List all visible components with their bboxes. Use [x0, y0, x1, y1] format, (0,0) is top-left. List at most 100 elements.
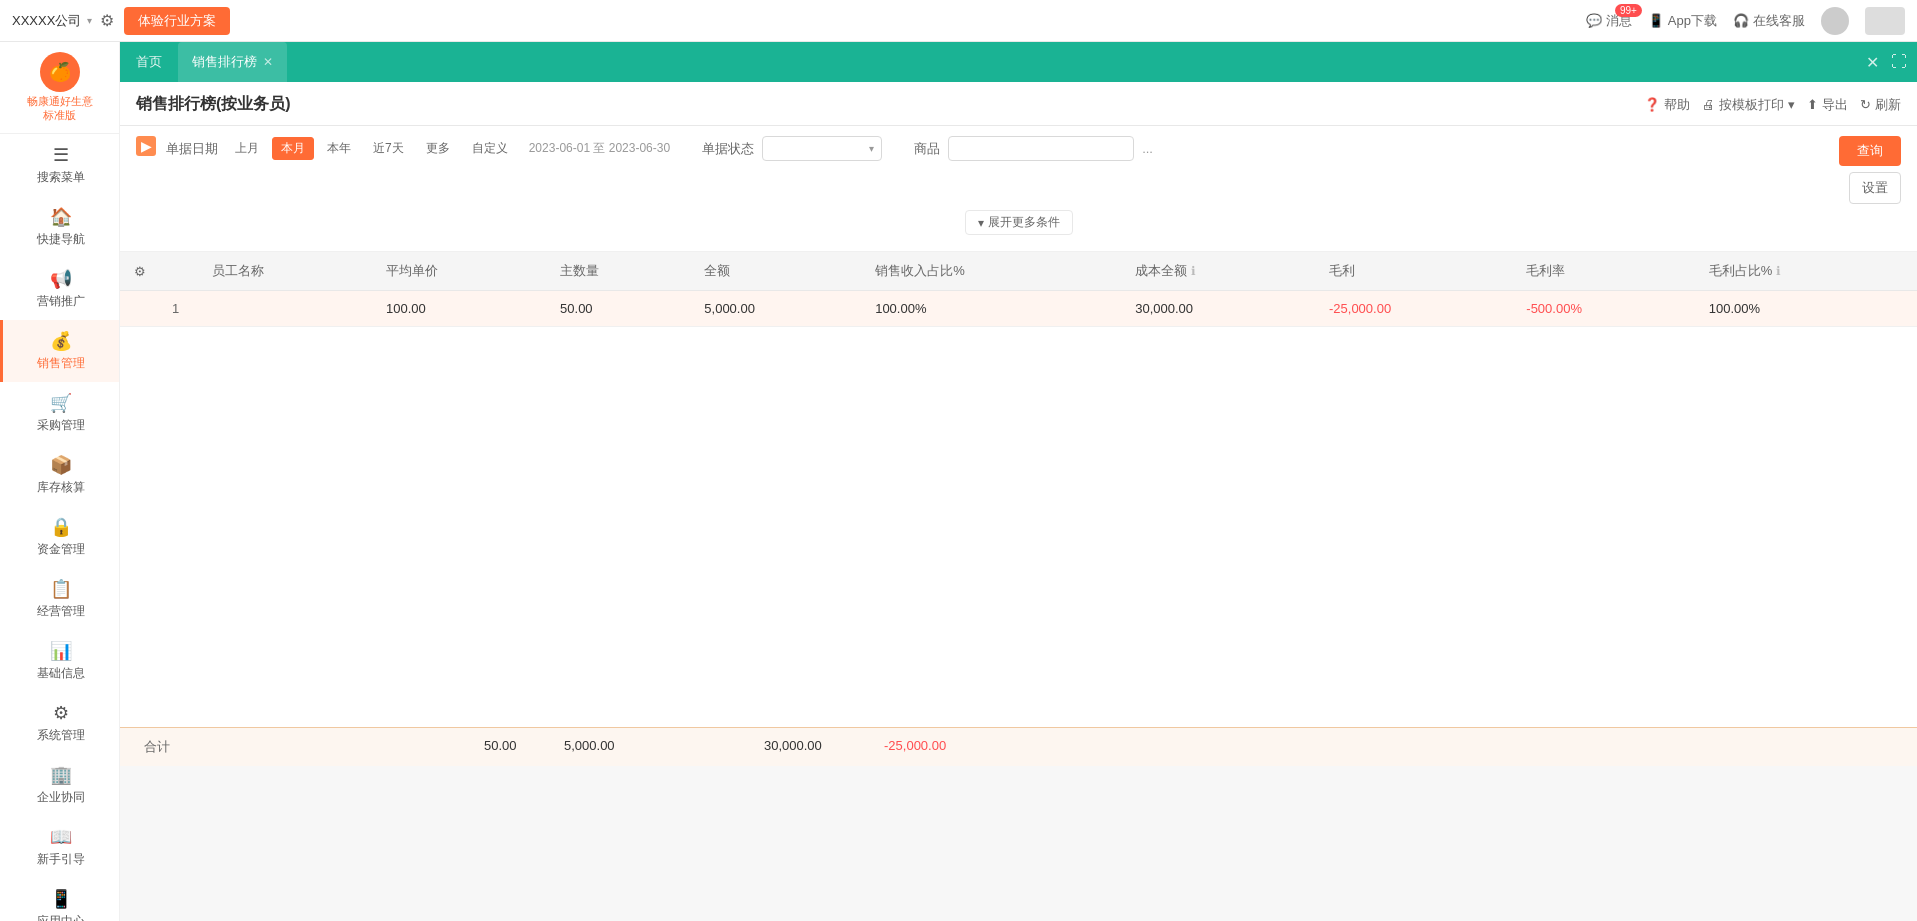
sidebar-item-marketing[interactable]: 📢 营销推广 — [0, 258, 119, 320]
footer-cost: 30,000.00 — [752, 738, 872, 756]
col-gross-profit: 毛利 — [1317, 252, 1514, 291]
top-bar: XXXXX公司 ▾ ⚙ 体验行业方案 💬 消息 99+ 📱 App下载 🎧 在线… — [0, 0, 1917, 42]
col-sales-pct: 销售收入占比% — [863, 252, 1123, 291]
beginner-icon: 📖 — [50, 826, 72, 848]
cell-employee — [200, 291, 374, 327]
sidebar-item-system[interactable]: ⚙ 系统管理 — [0, 692, 119, 754]
data-table: ⚙ 员工名称 平均单价 主数量 全额 销售收入占比% 成本全额 ℹ — [120, 252, 1917, 327]
date-tab-7days[interactable]: 近7天 — [364, 137, 413, 160]
status-label: 单据状态 — [702, 140, 754, 158]
sidebar-item-finance[interactable]: 🔒 资金管理 — [0, 506, 119, 568]
tab-maximize-btn[interactable]: ⛶ — [1891, 53, 1907, 71]
goods-more-btn[interactable]: ... — [1142, 141, 1153, 156]
status-select-wrapper: ▾ — [762, 136, 882, 161]
sidebar-item-enterprise[interactable]: 🏢 企业协同 — [0, 754, 119, 816]
tab-home[interactable]: 首页 — [120, 42, 178, 82]
cost-info-icon[interactable]: ℹ — [1191, 264, 1196, 278]
col-settings-icon: ⚙ — [134, 264, 146, 279]
message-button[interactable]: 💬 消息 99+ — [1586, 12, 1632, 30]
app-download-button[interactable]: 📱 App下载 — [1648, 12, 1717, 30]
table-footer: 合计 50.00 5,000.00 30,000.00 -25,000.00 — [120, 727, 1917, 766]
sidebar-item-app-center[interactable]: 📱 应用中心 — [0, 878, 119, 921]
col-employee: 员工名称 — [200, 252, 374, 291]
sidebar-item-sales[interactable]: 💰 销售管理 — [0, 320, 119, 382]
export-button[interactable]: ⬆ 导出 — [1807, 96, 1848, 114]
table-row: 1 100.00 50.00 5,000.00 100.00% 30,000.0… — [120, 291, 1917, 327]
cell-sales-pct: 100.00% — [863, 291, 1123, 327]
help-icon: ❓ — [1644, 97, 1660, 112]
main-area: 🍊 畅康通好生意 标准版 ☰ 搜索菜单 🏠 快捷导航 📢 营销推广 💰 — [0, 42, 1917, 921]
tab-close-icon[interactable]: ✕ — [263, 55, 273, 69]
date-tab-current-month[interactable]: 本月 — [272, 137, 314, 160]
status-select[interactable] — [762, 136, 882, 161]
sidebar: 🍊 畅康通好生意 标准版 ☰ 搜索菜单 🏠 快捷导航 📢 营销推广 💰 — [0, 42, 120, 921]
query-button[interactable]: 查询 — [1839, 136, 1901, 166]
content-area: 首页 销售排行榜 ✕ ✕ ⛶ 销售排行榜(按业务员) — [120, 42, 1917, 921]
expand-filters-button[interactable]: ▾ 展开更多条件 — [965, 210, 1073, 235]
col-gross-pct: 毛利占比% ℹ — [1697, 252, 1917, 291]
top-right-actions: 💬 消息 99+ 📱 App下载 🎧 在线客服 — [1586, 7, 1905, 35]
cell-gross-rate: -500.00% — [1514, 291, 1696, 327]
logo-text: 畅康通好生意 标准版 — [27, 94, 93, 123]
marketing-icon: 📢 — [50, 268, 72, 290]
settings-button[interactable]: 设置 — [1849, 172, 1901, 204]
sidebar-item-operation[interactable]: 📋 经营管理 — [0, 568, 119, 630]
online-service-button[interactable]: 🎧 在线客服 — [1733, 12, 1805, 30]
print-icon: 🖨 — [1702, 97, 1715, 112]
col-settings[interactable]: ⚙ — [120, 252, 160, 291]
header-row: ⚙ 员工名称 平均单价 主数量 全额 销售收入占比% 成本全额 ℹ — [120, 252, 1917, 291]
goods-filter: 商品 ... — [914, 136, 1153, 161]
date-tab-current-year[interactable]: 本年 — [318, 137, 360, 160]
enterprise-icon: 🏢 — [50, 764, 72, 786]
date-tabs: 上月 本月 本年 近7天 更多 自定义 — [226, 137, 517, 160]
operation-icon: 📋 — [50, 578, 72, 600]
company-name: XXXXX公司 — [12, 12, 81, 30]
date-range: 2023-06-01 至 2023-06-30 — [529, 140, 670, 157]
tab-actions: ✕ ⛶ — [1866, 53, 1917, 72]
cell-gross-pct: 100.00% — [1697, 291, 1917, 327]
sidebar-item-purchase[interactable]: 🛒 采购管理 — [0, 382, 119, 444]
trial-button[interactable]: 体验行业方案 — [124, 7, 230, 35]
settings-icon[interactable]: ⚙ — [100, 11, 114, 30]
filter-left: 单据日期 上月 本月 本年 近7天 更多 自定义 2023-06-01 至 20… — [166, 136, 1823, 161]
page-title-row: 销售排行榜(按业务员) ❓ 帮助 🖨 按模板打印 ▾ — [136, 94, 1901, 115]
sidebar-item-beginner[interactable]: 📖 新手引导 — [0, 816, 119, 878]
col-amount: 全额 — [692, 252, 863, 291]
collapse-arrow-btn[interactable]: ▶ — [136, 136, 156, 156]
goods-input[interactable] — [948, 136, 1134, 161]
basic-info-icon: 📊 — [50, 640, 72, 662]
refresh-button[interactable]: ↻ 刷新 — [1860, 96, 1901, 114]
company-selector[interactable]: XXXXX公司 ▾ — [12, 12, 92, 30]
filter-main-row: ▶ 单据日期 上月 本月 本年 近7天 更多 — [136, 136, 1901, 204]
footer-amount: 5,000.00 — [552, 738, 652, 756]
export-icon: ⬆ — [1807, 97, 1818, 112]
app-center-icon: 📱 — [50, 888, 72, 910]
home-icon: 🏠 — [50, 206, 72, 228]
cell-gross-profit: -25,000.00 — [1317, 291, 1514, 327]
col-rank — [160, 252, 200, 291]
mobile-icon: 📱 — [1648, 13, 1664, 28]
tab-close-window-btn[interactable]: ✕ — [1866, 53, 1879, 72]
sidebar-item-search[interactable]: ☰ 搜索菜单 — [0, 134, 119, 196]
avatar[interactable] — [1821, 7, 1849, 35]
table-body: 1 100.00 50.00 5,000.00 100.00% 30,000.0… — [120, 291, 1917, 327]
print-button[interactable]: 🖨 按模板打印 ▾ — [1702, 96, 1795, 114]
date-tab-custom[interactable]: 自定义 — [463, 137, 517, 160]
gross-pct-info-icon[interactable]: ℹ — [1776, 264, 1781, 278]
help-button[interactable]: ❓ 帮助 — [1644, 96, 1690, 114]
page-content: 销售排行榜(按业务员) ❓ 帮助 🖨 按模板打印 ▾ — [120, 82, 1917, 921]
tab-sales-ranking[interactable]: 销售排行榜 ✕ — [178, 42, 287, 82]
date-label: 单据日期 — [166, 140, 218, 158]
message-icon: 💬 — [1586, 13, 1602, 28]
expand-icon: ▾ — [978, 216, 984, 230]
goods-label: 商品 — [914, 140, 940, 158]
sidebar-item-basic-info[interactable]: 📊 基础信息 — [0, 630, 119, 692]
sidebar-item-quick-nav[interactable]: 🏠 快捷导航 — [0, 196, 119, 258]
date-tab-more[interactable]: 更多 — [417, 137, 459, 160]
table-container: ⚙ 员工名称 平均单价 主数量 全额 销售收入占比% 成本全额 ℹ — [120, 252, 1917, 327]
page-header: 销售排行榜(按业务员) ❓ 帮助 🖨 按模板打印 ▾ — [120, 82, 1917, 126]
system-icon: ⚙ — [53, 702, 69, 724]
sidebar-item-inventory[interactable]: 📦 库存核算 — [0, 444, 119, 506]
date-tab-prev-month[interactable]: 上月 — [226, 137, 268, 160]
user-name[interactable] — [1865, 7, 1905, 35]
